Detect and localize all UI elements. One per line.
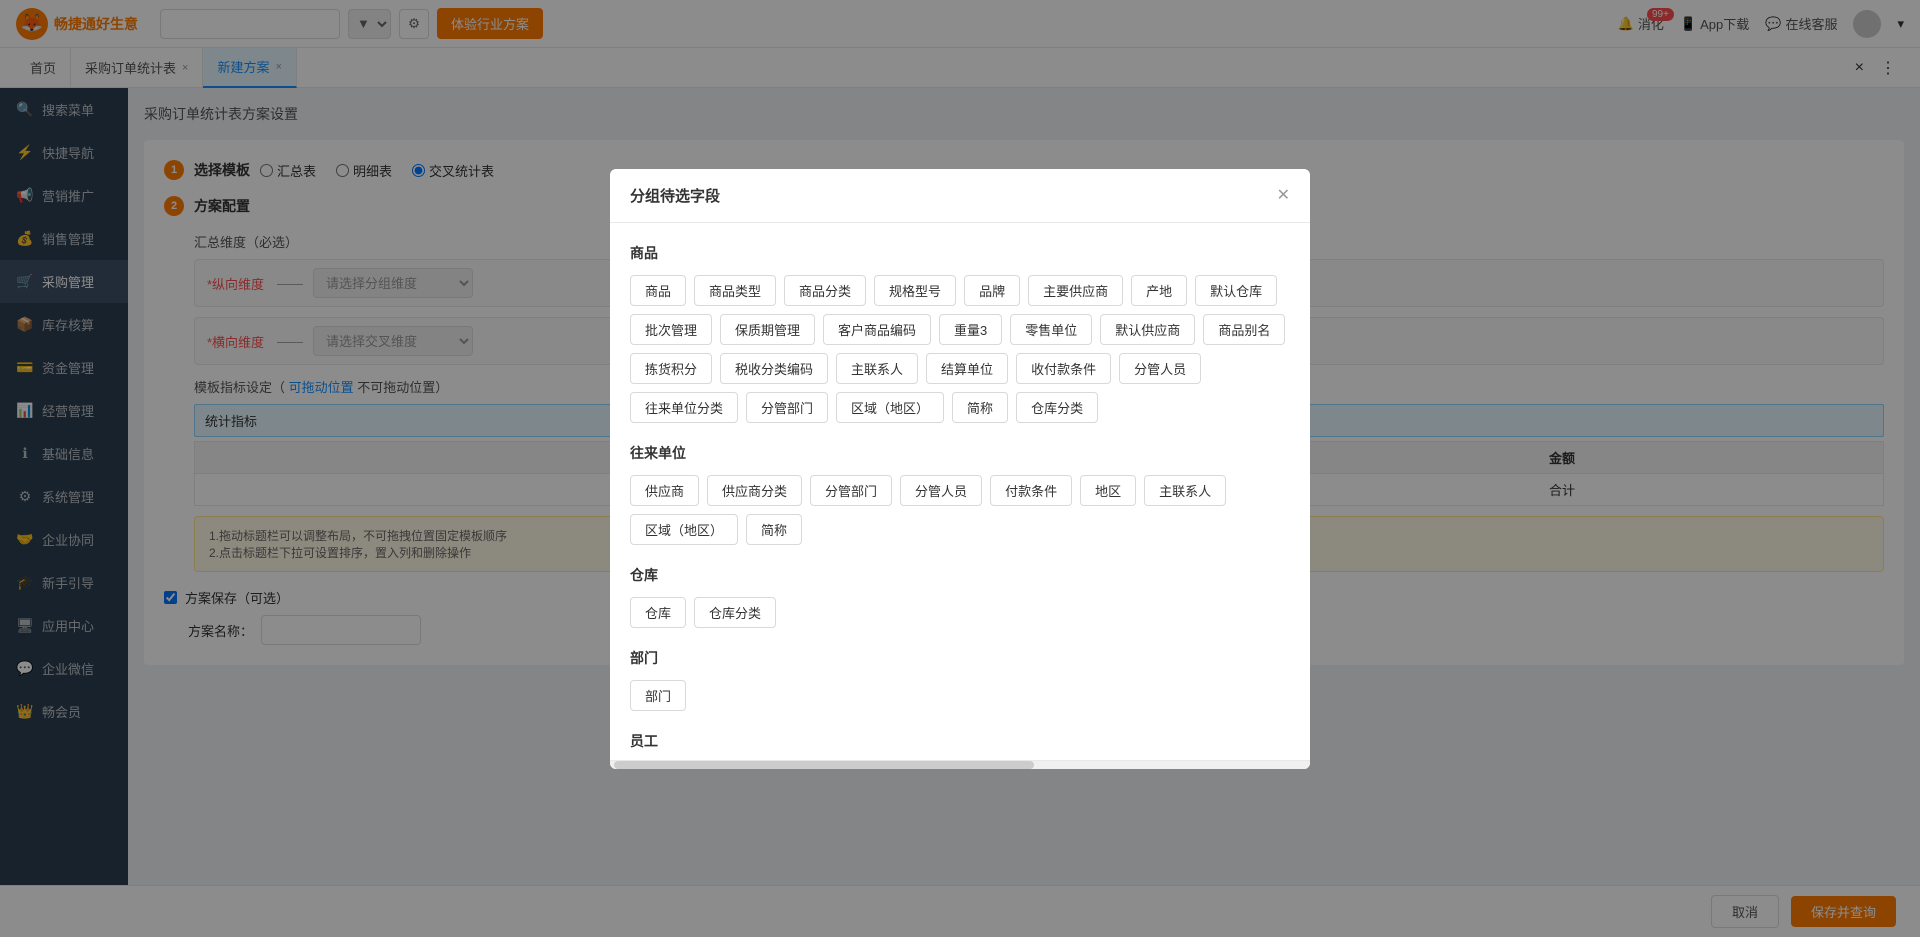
field-tag-goods-batch[interactable]: 批次管理 bbox=[630, 314, 712, 345]
field-tag-goods-retail-unit[interactable]: 零售单位 bbox=[1010, 314, 1092, 345]
field-tag-goods-counterpart-category[interactable]: 往来单位分类 bbox=[630, 392, 738, 423]
field-section-counterpart-title: 往来单位 bbox=[630, 443, 1290, 463]
field-tags-department: 部门 bbox=[630, 680, 1290, 711]
field-tag-goods-manager[interactable]: 分管人员 bbox=[1119, 353, 1201, 384]
field-tag-counterpart-contact[interactable]: 主联系人 bbox=[1144, 475, 1226, 506]
modal: 分组待选字段 ✕ 商品 商品 商品类型 商品分类 规格型号 品牌 主要供应商 产… bbox=[610, 169, 1310, 769]
field-tag-goods-settlement-unit[interactable]: 结算单位 bbox=[926, 353, 1008, 384]
field-tag-goods-pick-score[interactable]: 拣货积分 bbox=[630, 353, 712, 384]
field-tags-goods: 商品 商品类型 商品分类 规格型号 品牌 主要供应商 产地 默认仓库 批次管理 … bbox=[630, 275, 1290, 423]
field-tag-counterpart-dept[interactable]: 分管部门 bbox=[810, 475, 892, 506]
field-tag-goods-default-supplier[interactable]: 默认供应商 bbox=[1100, 314, 1195, 345]
field-tag-goods-origin[interactable]: 产地 bbox=[1131, 275, 1187, 306]
modal-close-button[interactable]: ✕ bbox=[1277, 185, 1290, 205]
field-tag-supplier[interactable]: 供应商 bbox=[630, 475, 699, 506]
field-tag-goods-tax-code[interactable]: 税收分类编码 bbox=[720, 353, 828, 384]
field-tag-goods-brand[interactable]: 品牌 bbox=[964, 275, 1020, 306]
field-tag-counterpart-area[interactable]: 区域（地区） bbox=[630, 514, 738, 545]
field-section-staff-title: 员工 bbox=[630, 731, 1290, 751]
field-tag-goods-expiry[interactable]: 保质期管理 bbox=[720, 314, 815, 345]
field-tag-goods-main-contact[interactable]: 主联系人 bbox=[836, 353, 918, 384]
field-section-counterpart: 往来单位 供应商 供应商分类 分管部门 分管人员 付款条件 地区 主联系人 区域… bbox=[630, 443, 1290, 545]
field-section-department-title: 部门 bbox=[630, 648, 1290, 668]
field-tag-warehouse-category[interactable]: 仓库分类 bbox=[694, 597, 776, 628]
field-section-department: 部门 部门 bbox=[630, 648, 1290, 711]
field-section-staff: 员工 业务员 bbox=[630, 731, 1290, 760]
field-tag-goods-main-supplier[interactable]: 主要供应商 bbox=[1028, 275, 1123, 306]
field-tag-goods-alias[interactable]: 商品别名 bbox=[1203, 314, 1285, 345]
horizontal-scroll-thumb bbox=[614, 761, 1034, 769]
field-tag-goods-weight[interactable]: 重量3 bbox=[939, 314, 1002, 345]
field-tags-warehouse: 仓库 仓库分类 bbox=[630, 597, 1290, 628]
field-tag-counterpart-payment[interactable]: 付款条件 bbox=[990, 475, 1072, 506]
modal-horizontal-scrollbar[interactable] bbox=[610, 760, 1310, 769]
field-tag-counterpart-abbr[interactable]: 简称 bbox=[746, 514, 802, 545]
field-tag-goods-category[interactable]: 商品分类 bbox=[784, 275, 866, 306]
field-tag-warehouse[interactable]: 仓库 bbox=[630, 597, 686, 628]
field-tag-goods[interactable]: 商品 bbox=[630, 275, 686, 306]
modal-body[interactable]: 商品 商品 商品类型 商品分类 规格型号 品牌 主要供应商 产地 默认仓库 批次… bbox=[610, 223, 1310, 760]
field-tag-supplier-category[interactable]: 供应商分类 bbox=[707, 475, 802, 506]
modal-overlay: 分组待选字段 ✕ 商品 商品 商品类型 商品分类 规格型号 品牌 主要供应商 产… bbox=[0, 0, 1920, 937]
field-tag-goods-abbr[interactable]: 简称 bbox=[952, 392, 1008, 423]
field-tag-goods-payment-terms[interactable]: 收付款条件 bbox=[1016, 353, 1111, 384]
field-tag-goods-region[interactable]: 区域（地区） bbox=[836, 392, 944, 423]
field-tag-goods-default-warehouse[interactable]: 默认仓库 bbox=[1195, 275, 1277, 306]
field-section-goods: 商品 商品 商品类型 商品分类 规格型号 品牌 主要供应商 产地 默认仓库 批次… bbox=[630, 243, 1290, 423]
field-section-warehouse-title: 仓库 bbox=[630, 565, 1290, 585]
field-section-warehouse: 仓库 仓库 仓库分类 bbox=[630, 565, 1290, 628]
field-tag-goods-spec[interactable]: 规格型号 bbox=[874, 275, 956, 306]
field-tag-goods-warehouse-cat[interactable]: 仓库分类 bbox=[1016, 392, 1098, 423]
field-tag-goods-customer-code[interactable]: 客户商品编码 bbox=[823, 314, 931, 345]
modal-title: 分组待选字段 bbox=[630, 185, 720, 206]
modal-header: 分组待选字段 ✕ bbox=[610, 169, 1310, 223]
field-tag-counterpart-manager[interactable]: 分管人员 bbox=[900, 475, 982, 506]
field-tag-department[interactable]: 部门 bbox=[630, 680, 686, 711]
field-tag-counterpart-region[interactable]: 地区 bbox=[1080, 475, 1136, 506]
field-tags-counterpart: 供应商 供应商分类 分管部门 分管人员 付款条件 地区 主联系人 区域（地区） … bbox=[630, 475, 1290, 545]
field-tag-goods-type[interactable]: 商品类型 bbox=[694, 275, 776, 306]
field-section-goods-title: 商品 bbox=[630, 243, 1290, 263]
field-tag-goods-dept[interactable]: 分管部门 bbox=[746, 392, 828, 423]
